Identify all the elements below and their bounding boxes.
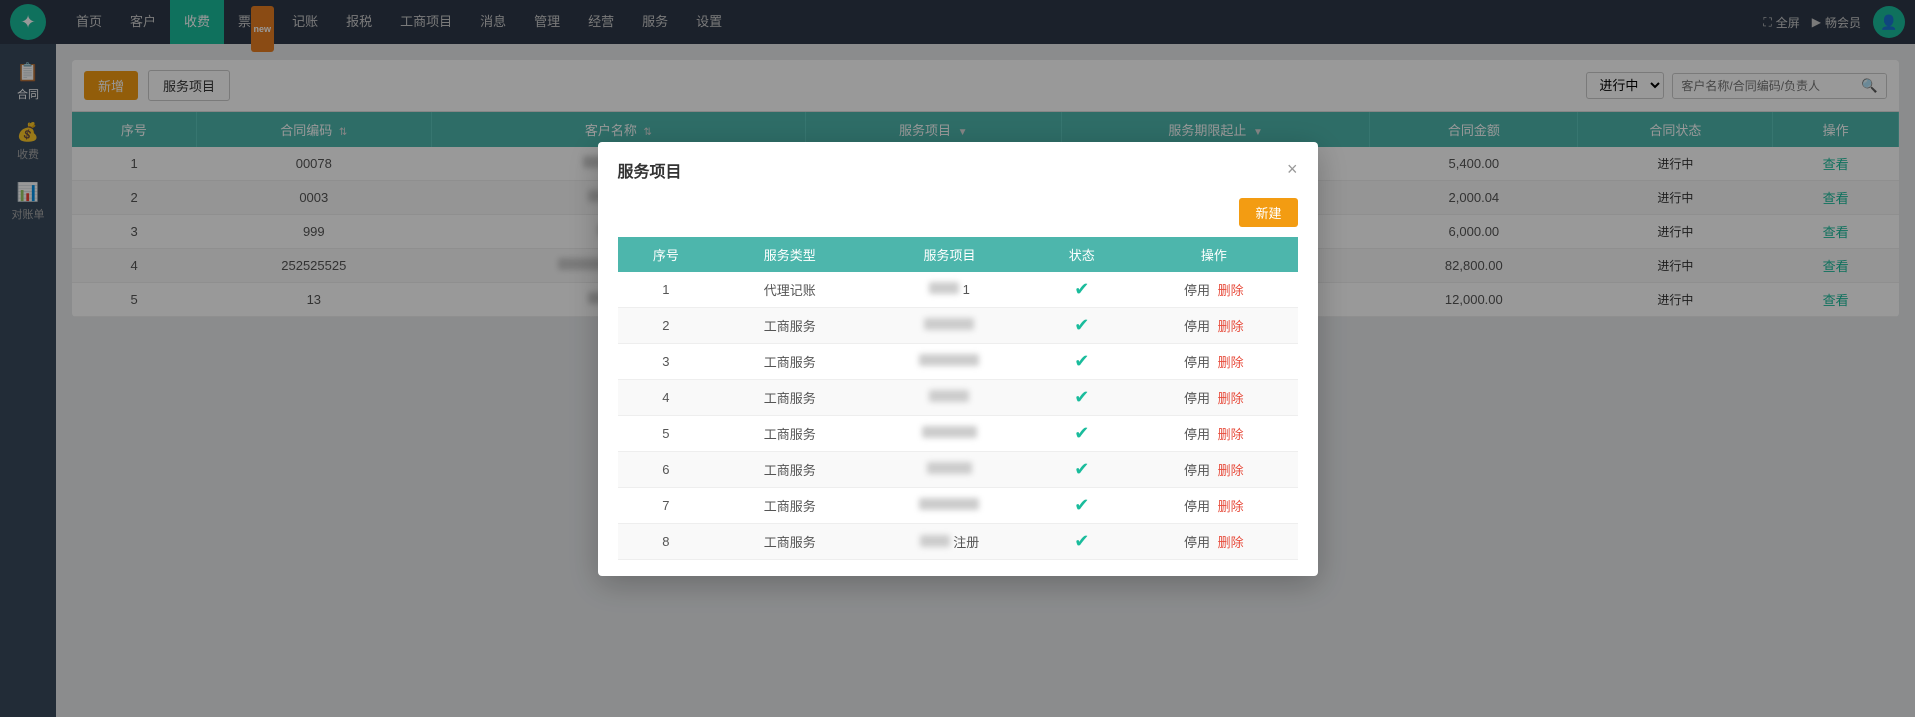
modal-table-row: 2 工商服务 ✔ 停用 删除 [618, 307, 1298, 343]
modal-cell-type: 代理记账 [714, 272, 865, 308]
modal-cell-seq: 7 [618, 487, 715, 523]
modal-table: 序号 服务类型 服务项目 状态 操作 1 代理记账 1 ✔ 停用 删除 2 工商 [618, 237, 1298, 560]
modal-cell-project: 注册 [865, 523, 1033, 559]
modal-table-row: 3 工商服务 ✔ 停用 删除 [618, 343, 1298, 379]
status-check-icon: ✔ [1074, 351, 1089, 371]
stop-button[interactable]: 停用 [1184, 499, 1210, 514]
modal-cell-action: 停用 删除 [1130, 343, 1297, 379]
modal-cell-project [865, 415, 1033, 451]
modal-cell-project [865, 451, 1033, 487]
modal-cell-seq: 5 [618, 415, 715, 451]
modal-table-row: 5 工商服务 ✔ 停用 删除 [618, 415, 1298, 451]
delete-button[interactable]: 删除 [1218, 499, 1244, 514]
stop-button[interactable]: 停用 [1184, 355, 1210, 370]
status-check-icon: ✔ [1074, 423, 1089, 443]
status-check-icon: ✔ [1074, 279, 1089, 299]
stop-button[interactable]: 停用 [1184, 391, 1210, 406]
status-check-icon: ✔ [1074, 531, 1089, 551]
new-service-button[interactable]: 新建 [1239, 198, 1297, 227]
status-check-icon: ✔ [1074, 387, 1089, 407]
modal-table-row: 6 工商服务 ✔ 停用 删除 [618, 451, 1298, 487]
modal-cell-action: 停用 删除 [1130, 379, 1297, 415]
modal-cell-status: ✔ [1033, 307, 1130, 343]
modal-cell-type: 工商服务 [714, 487, 865, 523]
modal-cell-action: 停用 删除 [1130, 415, 1297, 451]
modal-th-seq: 序号 [618, 237, 715, 272]
modal-overlay[interactable]: 服务项目 × 新建 序号 服务类型 服务项目 状态 操作 1 [0, 0, 1915, 717]
modal-th-type: 服务类型 [714, 237, 865, 272]
modal-header-row: 序号 服务类型 服务项目 状态 操作 [618, 237, 1298, 272]
modal-cell-status: ✔ [1033, 415, 1130, 451]
modal-cell-type: 工商服务 [714, 451, 865, 487]
modal-th-project: 服务项目 [865, 237, 1033, 272]
stop-button[interactable]: 停用 [1184, 427, 1210, 442]
stop-button[interactable]: 停用 [1184, 535, 1210, 550]
modal-table-row: 1 代理记账 1 ✔ 停用 删除 [618, 272, 1298, 308]
modal-cell-action: 停用 删除 [1130, 487, 1297, 523]
modal-cell-seq: 3 [618, 343, 715, 379]
modal-cell-status: ✔ [1033, 272, 1130, 308]
modal-cell-type: 工商服务 [714, 415, 865, 451]
delete-button[interactable]: 删除 [1218, 427, 1244, 442]
modal-cell-type: 工商服务 [714, 379, 865, 415]
modal-cell-seq: 4 [618, 379, 715, 415]
service-items-modal: 服务项目 × 新建 序号 服务类型 服务项目 状态 操作 1 [598, 142, 1318, 576]
modal-cell-status: ✔ [1033, 487, 1130, 523]
delete-button[interactable]: 删除 [1218, 463, 1244, 478]
modal-cell-type: 工商服务 [714, 307, 865, 343]
modal-cell-status: ✔ [1033, 451, 1130, 487]
modal-title: 服务项目 [618, 158, 682, 182]
status-check-icon: ✔ [1074, 495, 1089, 515]
modal-cell-action: 停用 删除 [1130, 272, 1297, 308]
modal-table-row: 8 工商服务 注册 ✔ 停用 删除 [618, 523, 1298, 559]
modal-table-row: 4 工商服务 ✔ 停用 删除 [618, 379, 1298, 415]
stop-button[interactable]: 停用 [1184, 283, 1210, 298]
modal-table-row: 7 工商服务 ✔ 停用 删除 [618, 487, 1298, 523]
stop-button[interactable]: 停用 [1184, 463, 1210, 478]
modal-cell-action: 停用 删除 [1130, 523, 1297, 559]
modal-cell-seq: 8 [618, 523, 715, 559]
modal-cell-project [865, 343, 1033, 379]
modal-th-status: 状态 [1033, 237, 1130, 272]
modal-cell-seq: 6 [618, 451, 715, 487]
modal-cell-action: 停用 删除 [1130, 451, 1297, 487]
modal-cell-action: 停用 删除 [1130, 307, 1297, 343]
modal-header: 服务项目 × [598, 142, 1318, 190]
delete-button[interactable]: 删除 [1218, 535, 1244, 550]
modal-cell-type: 工商服务 [714, 523, 865, 559]
modal-cell-status: ✔ [1033, 343, 1130, 379]
status-check-icon: ✔ [1074, 459, 1089, 479]
modal-cell-project: 1 [865, 272, 1033, 308]
modal-cell-seq: 2 [618, 307, 715, 343]
delete-button[interactable]: 删除 [1218, 391, 1244, 406]
modal-th-action: 操作 [1130, 237, 1297, 272]
modal-table-wrap: 序号 服务类型 服务项目 状态 操作 1 代理记账 1 ✔ 停用 删除 2 工商 [598, 237, 1318, 576]
delete-button[interactable]: 删除 [1218, 355, 1244, 370]
delete-button[interactable]: 删除 [1218, 319, 1244, 334]
delete-button[interactable]: 删除 [1218, 283, 1244, 298]
modal-close-button[interactable]: × [1287, 159, 1298, 180]
modal-cell-project [865, 487, 1033, 523]
stop-button[interactable]: 停用 [1184, 319, 1210, 334]
modal-cell-seq: 1 [618, 272, 715, 308]
modal-cell-project [865, 307, 1033, 343]
status-check-icon: ✔ [1074, 315, 1089, 335]
modal-toolbar: 新建 [598, 190, 1318, 237]
modal-cell-type: 工商服务 [714, 343, 865, 379]
modal-cell-status: ✔ [1033, 379, 1130, 415]
modal-cell-project [865, 379, 1033, 415]
modal-cell-status: ✔ [1033, 523, 1130, 559]
